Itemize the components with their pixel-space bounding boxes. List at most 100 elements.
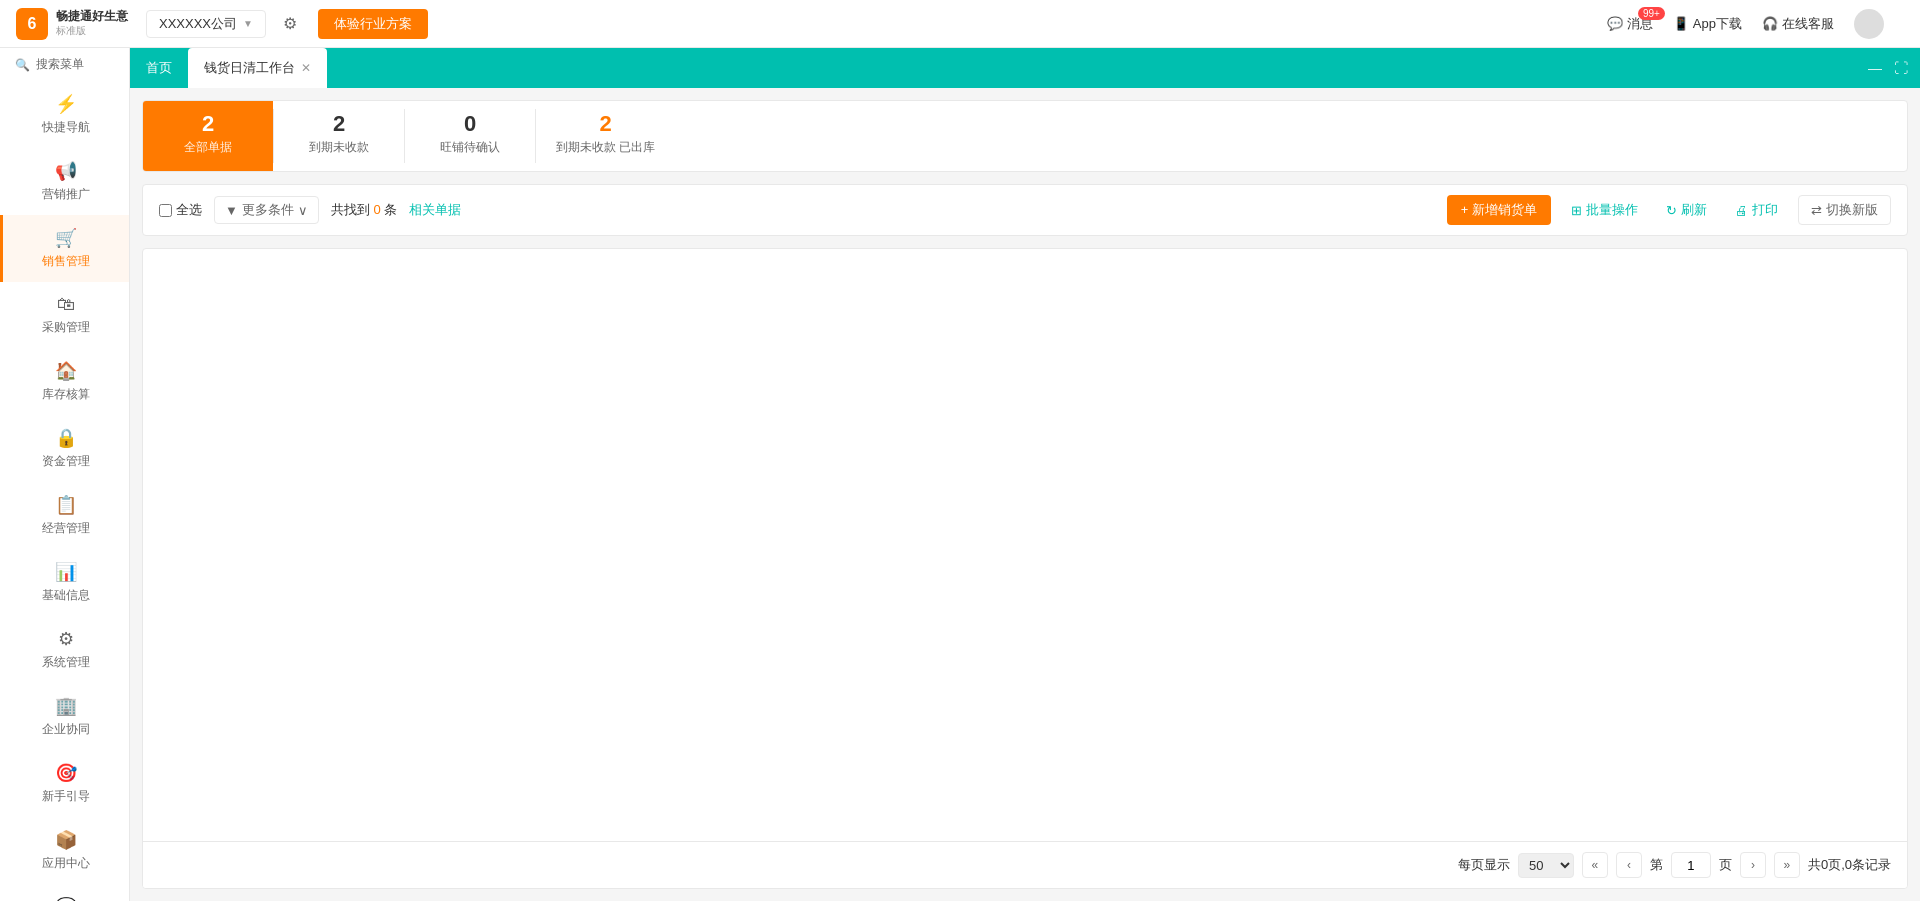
filter-button[interactable]: ▼ 更多条件 ∨ (214, 196, 319, 224)
sidebar-item-wechat[interactable]: 💬 企业微信 (0, 884, 129, 901)
refresh-label: 刷新 (1681, 201, 1707, 219)
marketing-icon: 📢 (55, 160, 77, 182)
sidebar-item-label: 经营管理 (42, 520, 90, 537)
tab-maximize-icon[interactable]: ⛶ (1894, 60, 1908, 76)
page-input[interactable] (1671, 852, 1711, 878)
purchase-icon: 🛍 (57, 294, 75, 315)
messages-button[interactable]: 💬 消息 99+ (1607, 15, 1653, 33)
stat-count-wangpu: 0 (464, 113, 476, 135)
stat-tab-overdue-unpaid[interactable]: 2 到期未收款 (274, 101, 404, 171)
pagination: 每页显示 50 100 200 « ‹ 第 页 › » 共0页,0条记录 (143, 841, 1907, 888)
sidebar-item-finance[interactable]: 🔒 资金管理 (0, 415, 129, 482)
sidebar-item-system[interactable]: ⚙ 系统管理 (0, 616, 129, 683)
top-header: 6 畅捷通好生意 标准版 XXXXXX公司 ▼ ⚙ 体验行业方案 💬 消息 99… (0, 0, 1920, 48)
download-icon: 📱 (1673, 16, 1689, 31)
sales-icon: 🛒 (55, 227, 77, 249)
print-button[interactable]: 🖨 打印 (1727, 197, 1786, 223)
per-page-select[interactable]: 50 100 200 (1518, 853, 1574, 878)
service-icon: 🎧 (1762, 16, 1778, 31)
stats-tabs: 2 全部单据 2 到期未收款 0 旺铺待确认 2 到期未收款 已出库 (142, 100, 1908, 172)
app-download-button[interactable]: 📱 App下载 (1673, 15, 1742, 33)
chevron-icon: ∨ (298, 203, 308, 218)
tab-actions: — ⛶ (1856, 60, 1920, 76)
sidebar-item-app-center[interactable]: 📦 应用中心 (0, 817, 129, 884)
main-layout: 🔍 搜索菜单 ⚡ 快捷导航 📢 营销推广 🛒 销售管理 🛍 采购管理 🏠 库存核… (0, 48, 1920, 901)
next-page-button[interactable]: › (1740, 852, 1766, 878)
sidebar-item-basic-info[interactable]: 📊 基础信息 (0, 549, 129, 616)
switch-version-button[interactable]: ⇄ 切换新版 (1798, 195, 1891, 225)
tab-workbench[interactable]: 钱货日清工作台 ✕ (188, 48, 327, 88)
content-area: 首页 钱货日清工作台 ✕ — ⛶ 2 全部单据 2 (130, 48, 1920, 901)
sidebar: 🔍 搜索菜单 ⚡ 快捷导航 📢 营销推广 🛒 销售管理 🛍 采购管理 🏠 库存核… (0, 48, 130, 901)
page-suffix: 页 (1719, 856, 1732, 874)
sidebar-item-marketing[interactable]: 📢 营销推广 (0, 148, 129, 215)
bell-icon: 💬 (1607, 16, 1623, 31)
sidebar-item-operations[interactable]: 📋 经营管理 (0, 482, 129, 549)
company-selector[interactable]: XXXXXX公司 ▼ (146, 10, 266, 38)
search-menu-label: 搜索菜单 (36, 56, 84, 73)
cooperation-icon: 🏢 (55, 695, 77, 717)
quick-nav-icon: ⚡ (55, 93, 77, 115)
select-all-checkbox[interactable]: 全选 (159, 201, 202, 219)
total-records: 共0页,0条记录 (1808, 856, 1891, 874)
sidebar-item-label: 快捷导航 (42, 119, 90, 136)
sidebar-item-label: 应用中心 (42, 855, 90, 872)
stat-tab-wangpu[interactable]: 0 旺铺待确认 (405, 101, 535, 171)
stat-label-all: 全部单据 (184, 139, 232, 156)
sidebar-item-label: 库存核算 (42, 386, 90, 403)
inventory-icon: 🏠 (55, 360, 77, 382)
sidebar-item-label: 采购管理 (42, 319, 90, 336)
first-page-button[interactable]: « (1582, 852, 1608, 878)
filter-label: 更多条件 (242, 201, 294, 219)
related-docs-link[interactable]: 相关单据 (409, 201, 461, 219)
table-empty-state (143, 249, 1907, 841)
logo-title: 畅捷通好生意 (56, 9, 128, 23)
basic-info-icon: 📊 (55, 561, 77, 583)
home-tab-label: 首页 (146, 59, 172, 77)
online-service-button[interactable]: 🎧 在线客服 (1762, 15, 1834, 33)
add-sales-order-button[interactable]: + 新增销货单 (1447, 195, 1551, 225)
sidebar-item-sales[interactable]: 🛒 销售管理 (0, 215, 129, 282)
found-prefix: 共找到 (331, 202, 370, 217)
sidebar-item-purchase[interactable]: 🛍 采购管理 (0, 282, 129, 348)
filter-icon: ▼ (225, 203, 238, 218)
page-label: 第 (1650, 856, 1663, 874)
settings-button[interactable]: ⚙ (274, 8, 306, 40)
tab-minimize-icon[interactable]: — (1868, 60, 1882, 76)
header-right: 💬 消息 99+ 📱 App下载 🎧 在线客服 (1607, 9, 1904, 39)
operations-icon: 📋 (55, 494, 77, 516)
sidebar-item-label: 系统管理 (42, 654, 90, 671)
tab-home[interactable]: 首页 (130, 48, 188, 88)
experience-button[interactable]: 体验行业方案 (318, 9, 428, 39)
sidebar-item-inventory[interactable]: 🏠 库存核算 (0, 348, 129, 415)
found-text: 共找到 0 条 (331, 201, 397, 219)
system-icon: ⚙ (58, 628, 74, 650)
batch-operations-button[interactable]: ⊞ 批量操作 (1563, 197, 1646, 223)
gear-icon: ⚙ (283, 14, 297, 33)
sidebar-item-label: 营销推广 (42, 186, 90, 203)
sidebar-item-cooperation[interactable]: 🏢 企业协同 (0, 683, 129, 750)
finance-icon: 🔒 (55, 427, 77, 449)
batch-label: 批量操作 (1586, 201, 1638, 219)
avatar[interactable] (1854, 9, 1884, 39)
prev-page-button[interactable]: ‹ (1616, 852, 1642, 878)
refresh-button[interactable]: ↻ 刷新 (1658, 197, 1715, 223)
online-service-label: 在线客服 (1782, 15, 1834, 33)
sidebar-item-quick-nav[interactable]: ⚡ 快捷导航 (0, 81, 129, 148)
app-download-label: App下载 (1693, 15, 1742, 33)
sidebar-search[interactable]: 🔍 搜索菜单 (0, 48, 129, 81)
toolbar: 全选 ▼ 更多条件 ∨ 共找到 0 条 相关单据 + 新增销货单 ⊞ (142, 184, 1908, 236)
select-all-input[interactable] (159, 204, 172, 217)
sidebar-item-guide[interactable]: 🎯 新手引导 (0, 750, 129, 817)
tab-close-icon[interactable]: ✕ (301, 61, 311, 75)
stat-tab-overdue-out[interactable]: 2 到期未收款 已出库 (536, 101, 675, 171)
toolbar-right: + 新增销货单 ⊞ 批量操作 ↻ 刷新 🖨 打印 ⇄ (1447, 195, 1891, 225)
stat-tab-all[interactable]: 2 全部单据 (143, 101, 273, 171)
switch-icon: ⇄ (1811, 203, 1822, 218)
stat-label-overdue: 到期未收款 (309, 139, 369, 156)
select-all-label: 全选 (176, 201, 202, 219)
sidebar-item-label: 新手引导 (42, 788, 90, 805)
last-page-button[interactable]: » (1774, 852, 1800, 878)
search-icon: 🔍 (15, 58, 30, 72)
workbench-tab-label: 钱货日清工作台 (204, 59, 295, 77)
